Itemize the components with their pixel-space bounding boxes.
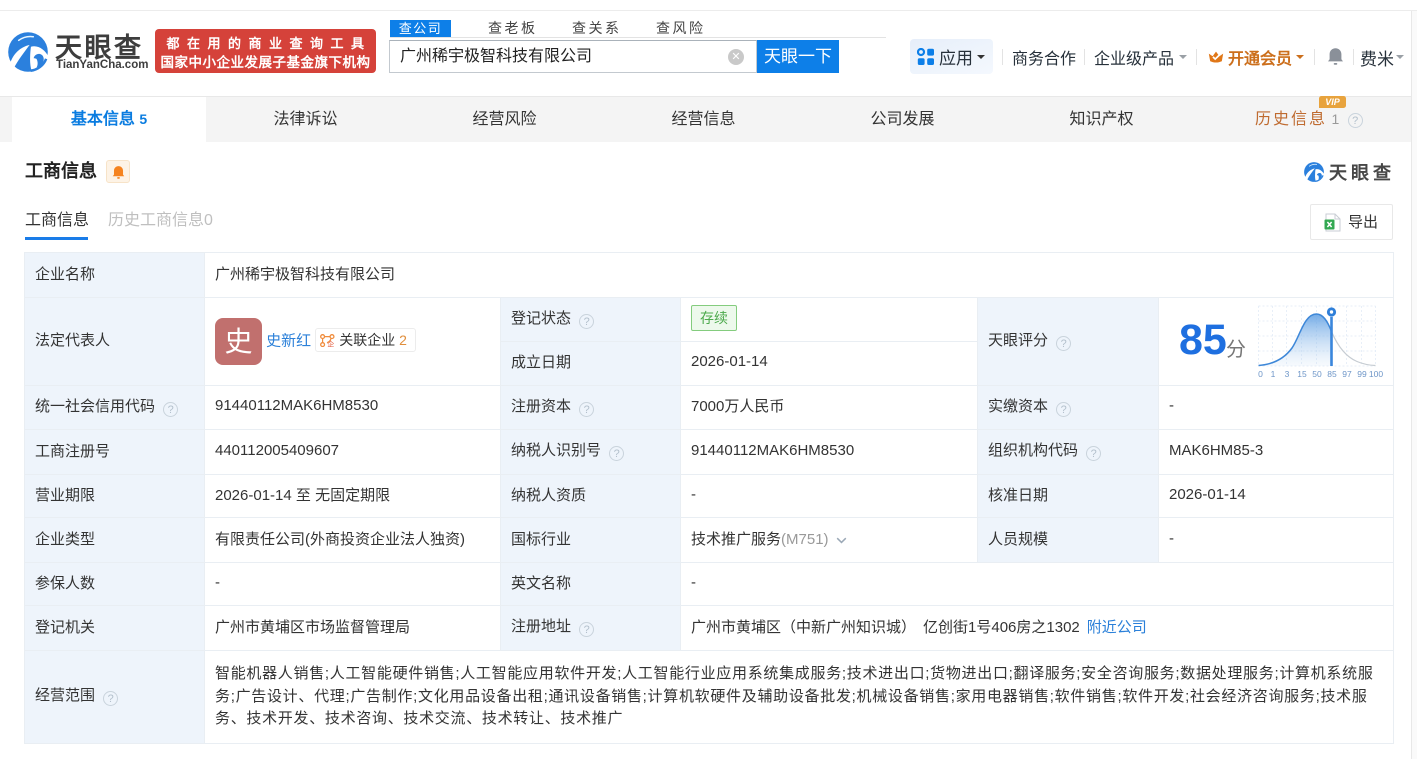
svg-text:企: 企: [328, 340, 335, 347]
svg-text:100: 100: [1369, 369, 1383, 379]
svg-text:0: 0: [1258, 369, 1263, 379]
svg-text:97: 97: [1342, 369, 1352, 379]
svg-text:3: 3: [1285, 369, 1290, 379]
svg-text:50: 50: [1312, 369, 1322, 379]
svg-text:85: 85: [1327, 369, 1337, 379]
svg-text:15: 15: [1297, 369, 1307, 379]
svg-text:99: 99: [1357, 369, 1367, 379]
svg-text:1: 1: [1271, 369, 1276, 379]
